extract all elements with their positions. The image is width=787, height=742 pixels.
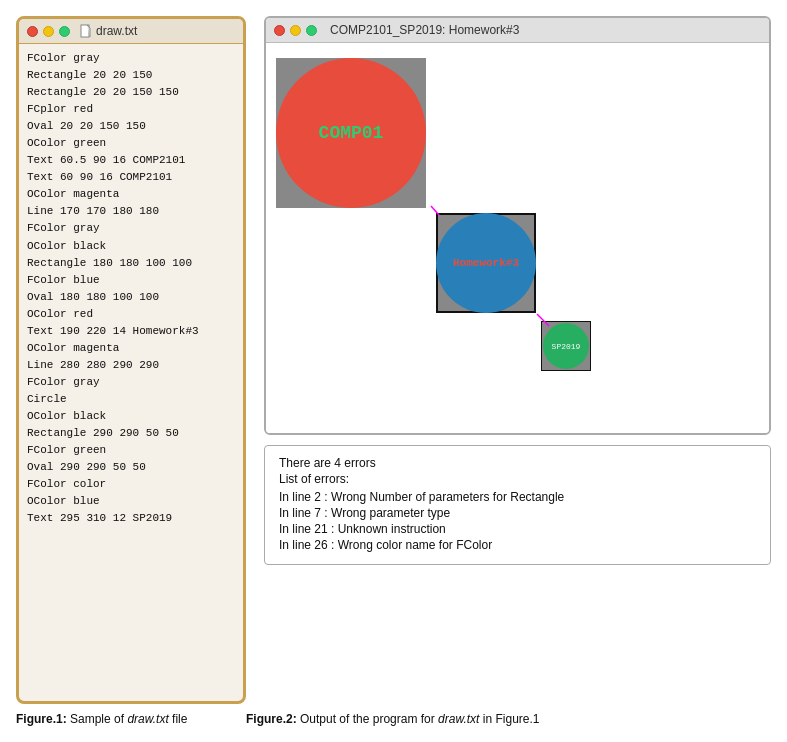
canvas-tl-green[interactable] (306, 25, 317, 36)
code-line-23: Rectangle 290 290 50 50 (27, 425, 235, 442)
code-line-14: FColor blue (27, 272, 235, 289)
txt-body: FColor gray Rectangle 20 20 150 Rectangl… (19, 44, 243, 533)
error-item-3: In line 21 : Unknown instruction (279, 522, 756, 536)
caption-right-text1: Output of the program for (300, 712, 438, 726)
canvas-tl-yellow[interactable] (290, 25, 301, 36)
left-panel: draw.txt FColor gray Rectangle 20 20 150… (16, 16, 246, 704)
code-line-13: Rectangle 180 180 100 100 (27, 255, 235, 272)
code-line-3: Rectangle 20 20 150 150 (27, 84, 235, 101)
code-line-1: FColor gray (27, 50, 235, 67)
txt-window-title: draw.txt (80, 24, 137, 38)
error-panel: There are 4 errors List of errors: In li… (264, 445, 771, 565)
code-line-24: FColor green (27, 442, 235, 459)
code-line-4: FCplor red (27, 101, 235, 118)
code-line-10: Line 170 170 180 180 (27, 203, 235, 220)
canvas-titlebar: COMP2101_SP2019: Homework#3 (266, 18, 769, 43)
code-line-11: FColor gray (27, 220, 235, 237)
txt-titlebar: draw.txt (19, 19, 243, 44)
caption-left-figure: Figure.1: (16, 712, 67, 726)
code-line-8: Text 60 90 16 COMP2101 (27, 169, 235, 186)
caption-right-italic: draw.txt (438, 712, 479, 726)
caption-left-text2: file (172, 712, 187, 726)
code-line-28: Text 295 310 12 SP2019 (27, 510, 235, 527)
code-line-22: OColor black (27, 408, 235, 425)
caption-right-figure: Figure.2: (246, 712, 297, 726)
error-summary: There are 4 errors (279, 456, 756, 470)
txt-window: draw.txt FColor gray Rectangle 20 20 150… (16, 16, 246, 704)
captions-row: Figure.1: Sample of draw.txt file Figure… (16, 712, 771, 726)
code-line-12: OColor black (27, 238, 235, 255)
oval1-text: COMP01 (319, 123, 384, 143)
blue-oval-2: Homework#3 (436, 213, 536, 313)
caption-left: Figure.1: Sample of draw.txt file (16, 712, 246, 726)
file-icon (80, 24, 92, 38)
canvas-tl-red[interactable] (274, 25, 285, 36)
error-list-header: List of errors: (279, 472, 756, 486)
oval2-text: Homework#3 (453, 257, 519, 269)
traffic-light-yellow[interactable] (43, 26, 54, 37)
code-line-2: Rectangle 20 20 150 (27, 67, 235, 84)
code-line-20: FColor gray (27, 374, 235, 391)
code-line-7: Text 60.5 90 16 COMP2101 (27, 152, 235, 169)
code-line-17: Text 190 220 14 Homework#3 (27, 323, 235, 340)
code-line-6: OColor green (27, 135, 235, 152)
canvas-body: COMP01 Homework#3 SP2019 (266, 43, 769, 433)
traffic-light-red[interactable] (27, 26, 38, 37)
oval3-text: SP2019 (552, 342, 581, 351)
code-line-18: OColor magenta (27, 340, 235, 357)
code-line-15: Oval 180 180 100 100 (27, 289, 235, 306)
canvas-title-text: COMP2101_SP2019: Homework#3 (330, 23, 519, 37)
caption-right: Figure.2: Output of the program for draw… (246, 712, 771, 726)
error-item-4: In line 26 : Wrong color name for FColor (279, 538, 756, 552)
caption-right-text2: in Figure.1 (483, 712, 540, 726)
code-line-9: OColor magenta (27, 186, 235, 203)
txt-title-text: draw.txt (96, 24, 137, 38)
canvas-window: COMP2101_SP2019: Homework#3 COMP01 Homew… (264, 16, 771, 435)
green-oval-3: SP2019 (543, 323, 589, 369)
error-list: In line 2 : Wrong Number of parameters f… (279, 490, 756, 552)
caption-left-italic: draw.txt (127, 712, 168, 726)
code-line-5: Oval 20 20 150 150 (27, 118, 235, 135)
code-line-27: OColor blue (27, 493, 235, 510)
caption-left-text1: Sample of (70, 712, 127, 726)
red-oval-1: COMP01 (276, 58, 426, 208)
right-panel: COMP2101_SP2019: Homework#3 COMP01 Homew… (264, 16, 771, 704)
error-item-1: In line 2 : Wrong Number of parameters f… (279, 490, 756, 504)
error-item-2: In line 7 : Wrong parameter type (279, 506, 756, 520)
code-line-21: Circle (27, 391, 235, 408)
code-line-19: Line 280 280 290 290 (27, 357, 235, 374)
code-line-25: Oval 290 290 50 50 (27, 459, 235, 476)
code-line-16: OColor red (27, 306, 235, 323)
traffic-light-green[interactable] (59, 26, 70, 37)
code-line-26: FColor color (27, 476, 235, 493)
